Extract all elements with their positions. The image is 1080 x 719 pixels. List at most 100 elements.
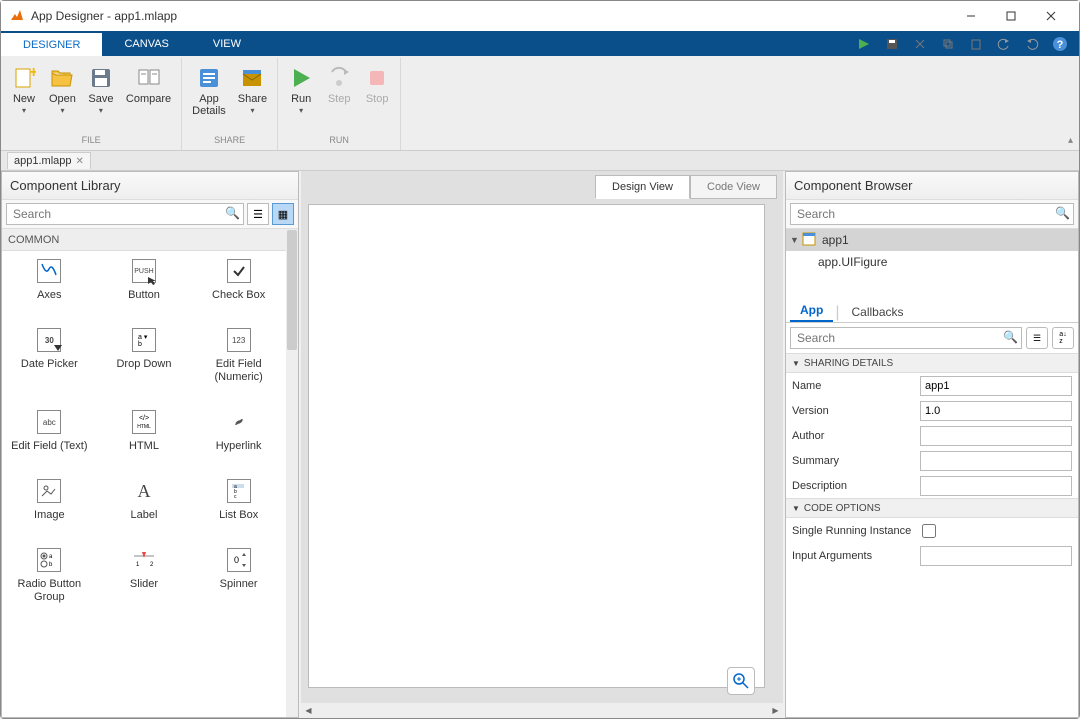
component-search-input[interactable] — [6, 203, 244, 225]
run-icon — [289, 66, 313, 90]
axes-icon — [37, 259, 61, 283]
prop-author-input[interactable] — [920, 426, 1072, 446]
prop-sri-label: Single Running Instance — [792, 525, 922, 537]
scroll-left-icon[interactable]: ◀ — [301, 703, 316, 718]
image-icon — [37, 479, 61, 503]
component-axes[interactable]: Axes — [9, 259, 89, 302]
maximize-button[interactable] — [991, 2, 1031, 30]
component-slider[interactable]: 12Slider — [104, 548, 184, 604]
checkbox-icon — [227, 259, 251, 283]
listbox-icon: abc — [227, 479, 251, 503]
component-label[interactable]: ALabel — [104, 479, 184, 522]
prop-version-input[interactable] — [920, 401, 1072, 421]
inspector-search-input[interactable] — [790, 327, 1022, 349]
tab-designer[interactable]: DESIGNER — [1, 31, 102, 56]
inspector-tab-callbacks[interactable]: Callbacks — [841, 302, 913, 322]
app-node-icon — [802, 232, 818, 248]
label-icon: A — [132, 479, 156, 503]
paste-button[interactable] — [965, 34, 987, 54]
help-button[interactable]: ? — [1049, 34, 1071, 54]
save-quick-button[interactable] — [881, 34, 903, 54]
component-button[interactable]: PUSHButton — [104, 259, 184, 302]
inspector-tab-app[interactable]: App — [790, 300, 833, 322]
prop-inputargs-input[interactable] — [920, 546, 1072, 566]
svg-text:2: 2 — [150, 562, 154, 568]
run-quick-button[interactable] — [853, 34, 875, 54]
component-spinner[interactable]: 0Spinner — [199, 548, 279, 604]
prop-name-label: Name — [792, 380, 920, 392]
step-icon — [327, 66, 351, 90]
tree-node-uifigure[interactable]: app.UIFigure — [786, 251, 1078, 273]
sort-button[interactable]: a↓z — [1052, 327, 1074, 349]
list-view-button[interactable]: ☰ — [247, 203, 269, 225]
component-library-scrollbar[interactable] — [286, 229, 298, 717]
component-html[interactable]: </>HTMLHTML — [104, 410, 184, 453]
save-button[interactable]: Save▾ — [82, 60, 120, 135]
open-button[interactable]: Open▾ — [43, 60, 82, 135]
component-datepicker[interactable]: 30Date Picker — [9, 328, 89, 384]
tab-view[interactable]: VIEW — [191, 31, 263, 56]
prop-description-input[interactable] — [920, 476, 1072, 496]
collapse-toolstrip-icon[interactable]: ▴ — [1068, 135, 1073, 146]
toolstrip-tabs: DESIGNER CANVAS VIEW ? — [1, 31, 1079, 56]
categorize-button[interactable]: ☰ — [1026, 327, 1048, 349]
prop-summary-input[interactable] — [920, 451, 1072, 471]
section-code-options[interactable]: ▼CODE OPTIONS — [786, 498, 1078, 518]
canvas-scrollbar-h[interactable]: ◀ ▶ — [301, 703, 783, 718]
component-browser-title: Component Browser — [786, 172, 1078, 200]
prop-name-input[interactable] — [920, 376, 1072, 396]
component-radiobutton-group[interactable]: abRadio Button Group — [9, 548, 89, 604]
close-document-icon[interactable]: ✕ — [76, 156, 84, 167]
run-button[interactable]: Run▾ — [282, 60, 320, 135]
scroll-right-icon[interactable]: ▶ — [768, 703, 783, 718]
stop-button[interactable]: Stop — [358, 60, 396, 135]
ui-figure-canvas[interactable] — [308, 204, 765, 688]
tab-canvas[interactable]: CANVAS — [102, 31, 190, 56]
component-hyperlink[interactable]: Hyperlink — [199, 410, 279, 453]
code-view-tab[interactable]: Code View — [690, 175, 777, 199]
prop-sri-checkbox[interactable] — [922, 524, 936, 538]
svg-text:HTML: HTML — [137, 424, 151, 430]
svg-text:0: 0 — [234, 555, 239, 565]
search-icon[interactable]: 🔍 — [225, 206, 240, 220]
component-editfield-numeric[interactable]: 123Edit Field (Numeric) — [199, 328, 279, 384]
close-button[interactable] — [1031, 2, 1071, 30]
group-run-label: RUN — [278, 135, 400, 150]
component-dropdown[interactable]: a ▾bDrop Down — [104, 328, 184, 384]
search-icon[interactable]: 🔍 — [1055, 206, 1070, 220]
share-button[interactable]: Share▾ — [232, 60, 273, 135]
zoom-button[interactable] — [727, 667, 755, 695]
prop-inputargs-label: Input Arguments — [792, 550, 920, 562]
component-browser-panel: Component Browser 🔍 ▼ app1 app.UIFigure … — [785, 171, 1079, 718]
document-tab[interactable]: app1.mlapp ✕ — [7, 152, 91, 169]
search-icon[interactable]: 🔍 — [1003, 330, 1018, 344]
toolstrip: + New▾ Open▾ Save▾ Compare FILE App Deta… — [1, 56, 1079, 151]
tree-node-app[interactable]: ▼ app1 — [786, 229, 1078, 251]
component-editfield-text[interactable]: abcEdit Field (Text) — [9, 410, 89, 453]
dropdown-icon: a ▾b — [132, 328, 156, 352]
compare-button[interactable]: Compare — [120, 60, 177, 135]
new-button[interactable]: + New▾ — [5, 60, 43, 135]
undo-button[interactable] — [993, 34, 1015, 54]
component-checkbox[interactable]: Check Box — [199, 259, 279, 302]
section-sharing-details[interactable]: ▼SHARING DETAILS — [786, 353, 1078, 373]
design-view-tab[interactable]: Design View — [595, 175, 690, 199]
save-icon — [89, 66, 113, 90]
document-bar: app1.mlapp ✕ — [1, 151, 1079, 171]
grid-view-button[interactable]: ▦ — [272, 203, 294, 225]
matlab-logo-icon — [9, 8, 25, 24]
app-details-button[interactable]: App Details — [186, 60, 232, 135]
redo-button[interactable] — [1021, 34, 1043, 54]
cut-button[interactable] — [909, 34, 931, 54]
prop-description-label: Description — [792, 480, 920, 492]
expand-icon[interactable]: ▼ — [790, 235, 802, 245]
component-listbox[interactable]: abcList Box — [199, 479, 279, 522]
hyperlink-icon — [227, 410, 251, 434]
minimize-button[interactable] — [951, 2, 991, 30]
copy-button[interactable] — [937, 34, 959, 54]
browser-search-input[interactable] — [790, 203, 1074, 225]
step-button[interactable]: Step — [320, 60, 358, 135]
document-tab-label: app1.mlapp — [14, 155, 72, 167]
component-image[interactable]: Image — [9, 479, 89, 522]
component-list: Axes PUSHButton Check Box 30Date Picker … — [2, 251, 286, 717]
